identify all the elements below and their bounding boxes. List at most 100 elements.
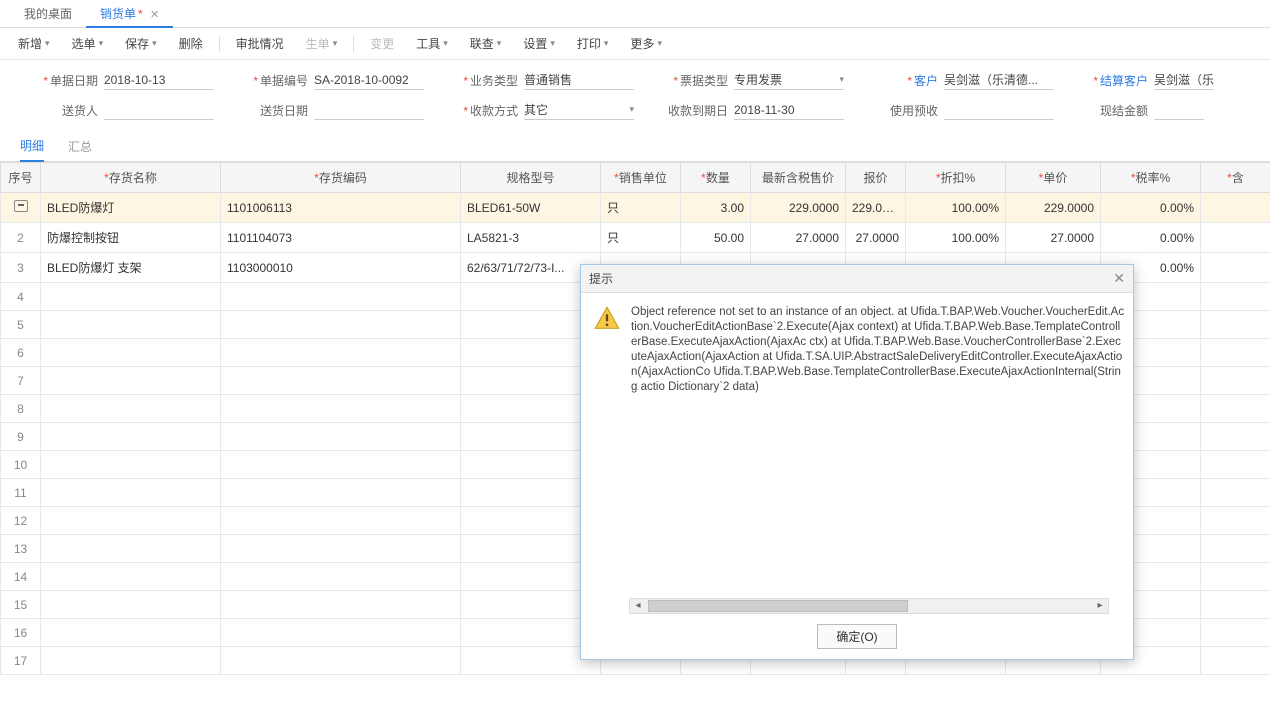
cell-empty[interactable]	[221, 535, 461, 563]
cell-seq[interactable]: 7	[1, 367, 41, 395]
col-discount[interactable]: *折扣%	[906, 163, 1006, 193]
cell-seq[interactable]	[1, 193, 41, 223]
delete-button[interactable]: 删除	[169, 31, 213, 57]
col-latest-price[interactable]: 最新含税售价	[751, 163, 846, 193]
cell-latest[interactable]: 229.0000	[751, 193, 846, 223]
col-name[interactable]: *存货名称	[41, 163, 221, 193]
cell-quote[interactable]: 27.0000	[846, 223, 906, 253]
close-icon[interactable]: ✕	[1113, 270, 1125, 287]
cell-seq[interactable]: 4	[1, 283, 41, 311]
sub-tab-summary[interactable]: 汇总	[68, 138, 92, 161]
cell-latest[interactable]: 27.0000	[751, 223, 846, 253]
cell-empty[interactable]	[221, 451, 461, 479]
cell-empty[interactable]	[221, 563, 461, 591]
receipt-due-input[interactable]: 2018-11-30	[734, 100, 844, 120]
cell-empty[interactable]	[221, 619, 461, 647]
dialog-title-bar[interactable]: 提示 ✕	[581, 265, 1133, 293]
cell-empty[interactable]	[1201, 591, 1270, 619]
cell-empty[interactable]	[41, 395, 221, 423]
cell-seq[interactable]: 14	[1, 563, 41, 591]
cell-seq[interactable]: 17	[1, 647, 41, 675]
doc-no-input[interactable]: SA-2018-10-0092	[314, 70, 424, 90]
col-seq[interactable]: 序号	[1, 163, 41, 193]
more-button[interactable]: 更多▾	[620, 31, 672, 57]
cell-name[interactable]: 防爆控制按钮	[41, 223, 221, 253]
cell-empty[interactable]	[41, 507, 221, 535]
cell-empty[interactable]	[221, 311, 461, 339]
cell-empty[interactable]	[1201, 423, 1270, 451]
settle-customer-input[interactable]: 吴剑滋（乐	[1154, 70, 1214, 90]
cell-empty[interactable]	[41, 563, 221, 591]
biz-type-input[interactable]: 普通销售	[524, 70, 634, 90]
cell-tax[interactable]: 0.00%	[1101, 223, 1201, 253]
cell-empty[interactable]	[41, 339, 221, 367]
scroll-left-icon[interactable]: ◂	[630, 599, 646, 613]
cell-quote[interactable]: 229.0000	[846, 193, 906, 223]
cell-seq[interactable]: 3	[1, 253, 41, 283]
cell-code[interactable]: 1101104073	[221, 223, 461, 253]
col-extra[interactable]: *含	[1201, 163, 1270, 193]
receipt-method-select[interactable]: 其它▾	[524, 100, 634, 120]
label-settle-customer[interactable]: *结算客户	[1070, 72, 1148, 89]
save-button[interactable]: 保存▾	[115, 31, 167, 57]
cell-spec[interactable]: BLED61-50W	[461, 193, 601, 223]
customer-input[interactable]: 吴剑滋（乐清德...	[944, 70, 1054, 90]
sub-tab-detail[interactable]: 明细	[20, 137, 44, 162]
cell-unit[interactable]: 只	[601, 223, 681, 253]
linked-button[interactable]: 联查▾	[460, 31, 512, 57]
doc-date-input[interactable]: 2018-10-13	[104, 70, 214, 90]
cell-empty[interactable]	[1201, 535, 1270, 563]
cell-seq[interactable]: 10	[1, 451, 41, 479]
close-icon[interactable]: ✕	[150, 9, 159, 21]
col-qty[interactable]: *数量	[681, 163, 751, 193]
tools-button[interactable]: 工具▾	[406, 31, 458, 57]
cell-empty[interactable]	[41, 479, 221, 507]
cell-empty[interactable]	[221, 647, 461, 675]
invoice-type-select[interactable]: 专用发票▾	[734, 70, 844, 90]
cell-empty[interactable]	[41, 423, 221, 451]
col-unit[interactable]: *销售单位	[601, 163, 681, 193]
select-doc-button[interactable]: 选单▾	[62, 31, 114, 57]
table-row[interactable]: 2防爆控制按钮1101104073LA5821-3只50.0027.000027…	[1, 223, 1270, 253]
cell-empty[interactable]	[41, 647, 221, 675]
cell-empty[interactable]	[221, 283, 461, 311]
cell-empty[interactable]	[41, 367, 221, 395]
cell-tax[interactable]: 0.00%	[1101, 193, 1201, 223]
cell-code[interactable]: 1101006113	[221, 193, 461, 223]
cell-qty[interactable]: 50.00	[681, 223, 751, 253]
cell-empty[interactable]	[1201, 311, 1270, 339]
use-prepay-input[interactable]	[944, 100, 1054, 120]
cell-price[interactable]: 229.0000	[1006, 193, 1101, 223]
cell-empty[interactable]	[1201, 507, 1270, 535]
dialog-horizontal-scrollbar[interactable]: ◂ ▸	[629, 598, 1109, 614]
cell-empty[interactable]	[1201, 479, 1270, 507]
cell-price[interactable]: 27.0000	[1006, 223, 1101, 253]
cell-empty[interactable]	[1201, 367, 1270, 395]
cell-empty[interactable]	[221, 507, 461, 535]
cell-empty[interactable]	[41, 591, 221, 619]
cell-empty[interactable]	[41, 311, 221, 339]
col-spec[interactable]: 规格型号	[461, 163, 601, 193]
cell-extra[interactable]	[1201, 223, 1270, 253]
col-quote[interactable]: 报价	[846, 163, 906, 193]
approval-button[interactable]: 审批情况	[226, 31, 294, 57]
ok-button[interactable]: 确定(O)	[817, 624, 896, 649]
cell-seq[interactable]: 5	[1, 311, 41, 339]
cell-empty[interactable]	[221, 367, 461, 395]
cell-empty[interactable]	[221, 423, 461, 451]
print-button[interactable]: 打印▾	[567, 31, 619, 57]
delivery-date-input[interactable]	[314, 100, 424, 120]
cell-empty[interactable]	[1201, 619, 1270, 647]
cell-seq[interactable]: 13	[1, 535, 41, 563]
cell-name[interactable]: BLED防爆灯	[41, 193, 221, 223]
cell-qty[interactable]: 3.00	[681, 193, 751, 223]
cell-code[interactable]: 1103000010	[221, 253, 461, 283]
cell-empty[interactable]	[1201, 451, 1270, 479]
cell-seq[interactable]: 2	[1, 223, 41, 253]
cell-seq[interactable]: 9	[1, 423, 41, 451]
scrollbar-thumb[interactable]	[648, 600, 908, 612]
tab-sales-order[interactable]: 销货单* ✕	[86, 0, 173, 28]
cell-discount[interactable]: 100.00%	[906, 193, 1006, 223]
insert-row-icon[interactable]	[14, 200, 28, 212]
cell-extra[interactable]	[1201, 193, 1270, 223]
